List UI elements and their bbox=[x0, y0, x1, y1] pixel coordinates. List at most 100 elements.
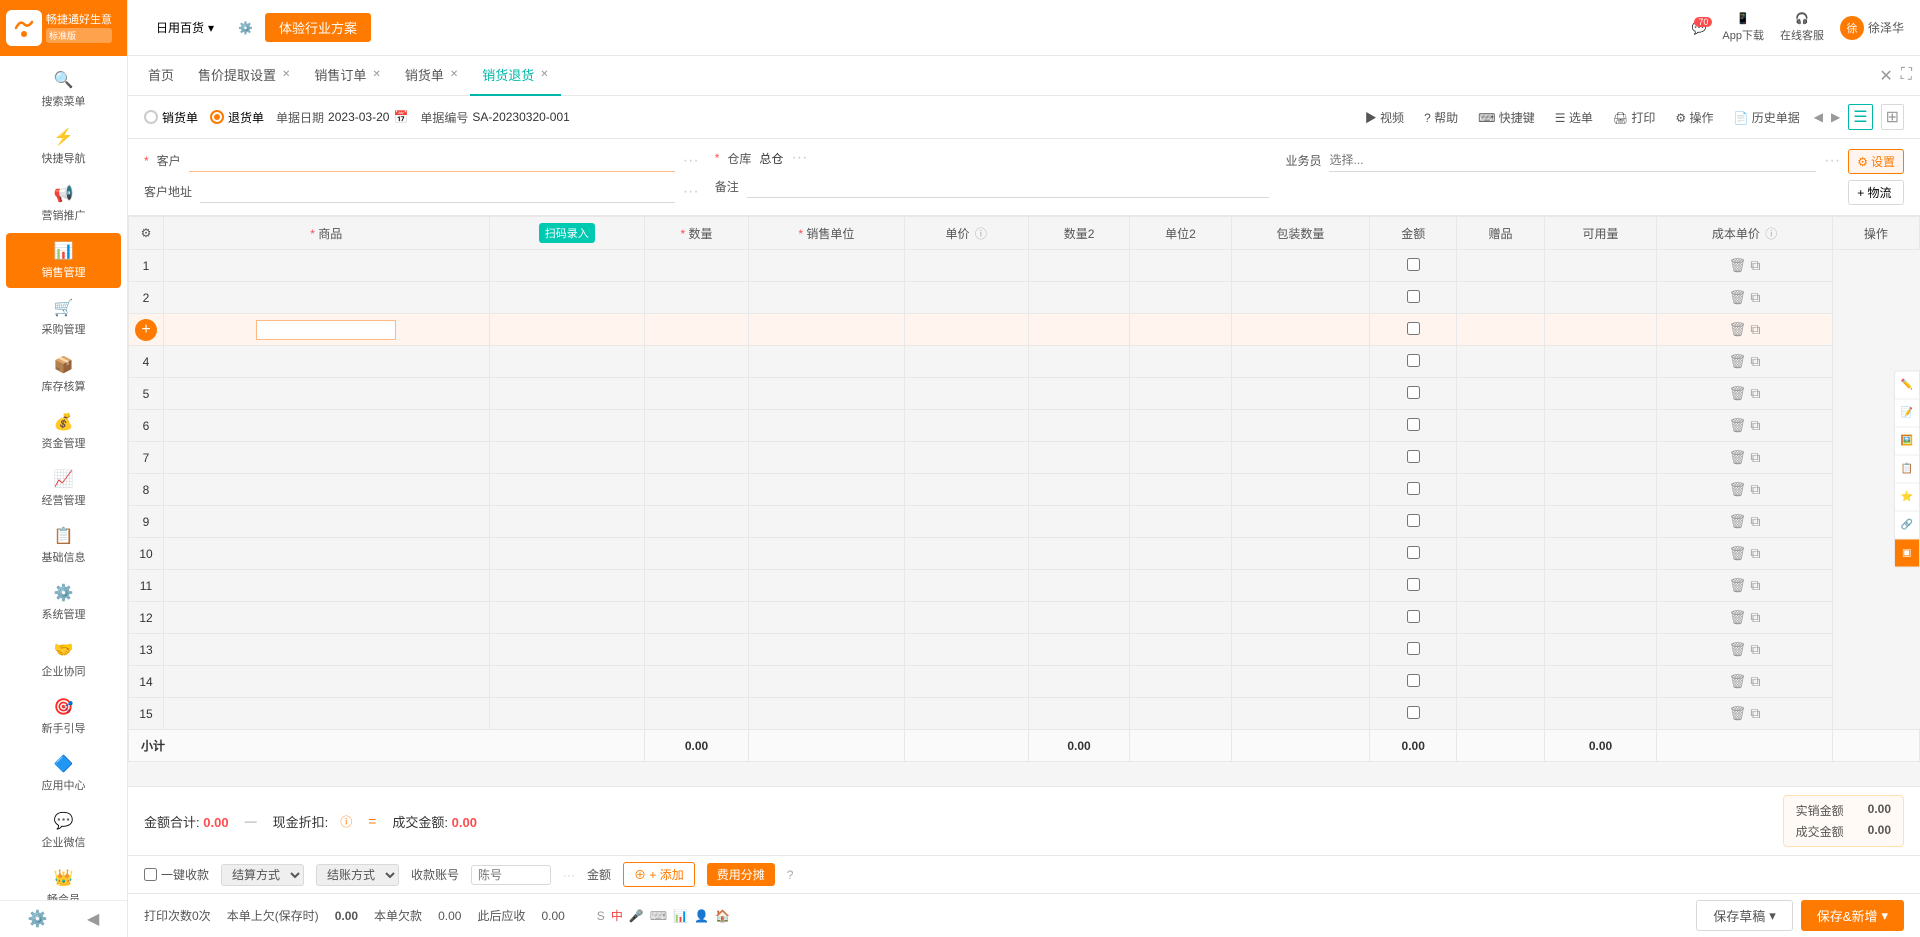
tab-sale-delivery-close[interactable]: ✕ bbox=[450, 69, 458, 80]
sidebar-item-purchase[interactable]: 🛒 采购管理 bbox=[6, 290, 121, 345]
delete-row-btn[interactable]: 🗑 bbox=[1729, 577, 1747, 594]
copy-row-btn[interactable]: ⧉ bbox=[1750, 353, 1760, 370]
sidebar-item-wechat[interactable]: 💬 企业微信 bbox=[6, 803, 121, 858]
gift-checkbox[interactable] bbox=[1407, 514, 1420, 527]
right-panel-note[interactable]: 📝 bbox=[1895, 399, 1919, 427]
delete-row-btn[interactable]: 🗑 bbox=[1729, 449, 1747, 466]
sidebar-item-marketing[interactable]: 📢 营销推广 bbox=[6, 176, 121, 231]
radio-delivery[interactable]: 销货单 bbox=[144, 109, 198, 126]
product-cell[interactable] bbox=[164, 602, 490, 634]
right-panel-image[interactable]: 🖼️ bbox=[1895, 427, 1919, 455]
th-scan[interactable]: 扫码录入 bbox=[489, 217, 644, 250]
product-cell[interactable] bbox=[164, 570, 490, 602]
customer-dots-btn[interactable]: ··· bbox=[683, 152, 699, 170]
delete-row-btn[interactable]: 🗑 bbox=[1729, 257, 1747, 274]
delete-row-btn[interactable]: 🗑 bbox=[1729, 385, 1747, 402]
gift-checkbox[interactable] bbox=[1407, 706, 1420, 719]
one-click-payment-check[interactable]: 一键收款 bbox=[144, 866, 209, 883]
calc-method-select[interactable]: 结算方式 bbox=[221, 864, 304, 886]
warehouse-dots-btn[interactable]: ··· bbox=[791, 149, 807, 167]
gift-cell[interactable] bbox=[1370, 634, 1457, 666]
account-dots-btn[interactable]: ··· bbox=[563, 868, 575, 882]
tab-sale-order[interactable]: 销售订单 ✕ bbox=[302, 56, 392, 96]
product-cell[interactable] bbox=[164, 346, 490, 378]
tab-maximize-btn[interactable]: ⛶ bbox=[1901, 66, 1912, 86]
delete-row-btn[interactable]: 🗑 bbox=[1729, 513, 1747, 530]
logistics-btn[interactable]: + 物流 bbox=[1848, 180, 1904, 205]
gift-checkbox[interactable] bbox=[1407, 482, 1420, 495]
th-gear[interactable]: ⚙ bbox=[129, 217, 164, 250]
copy-row-btn[interactable]: ⧉ bbox=[1750, 577, 1760, 594]
gift-checkbox[interactable] bbox=[1407, 354, 1420, 367]
gift-cell[interactable] bbox=[1370, 250, 1457, 282]
gift-checkbox[interactable] bbox=[1407, 386, 1420, 399]
product-cell[interactable] bbox=[164, 698, 490, 730]
product-cell[interactable] bbox=[164, 282, 490, 314]
product-cell[interactable] bbox=[164, 474, 490, 506]
delete-row-btn[interactable]: 🗑 bbox=[1729, 609, 1747, 626]
gift-checkbox[interactable] bbox=[1407, 322, 1420, 335]
account-input[interactable] bbox=[471, 865, 551, 885]
sidebar-item-shortcuts[interactable]: ⚡ 快捷导航 bbox=[6, 119, 121, 174]
video-btn[interactable]: ▶ 视频 bbox=[1359, 106, 1410, 129]
sidebar-item-search[interactable]: 🔍 搜索菜单 bbox=[6, 62, 121, 117]
product-cell[interactable] bbox=[164, 410, 490, 442]
sidebar-item-operations[interactable]: 📈 经营管理 bbox=[6, 461, 121, 516]
tab-home[interactable]: 首页 bbox=[136, 56, 186, 96]
user-menu[interactable]: 徐 徐泽华 bbox=[1840, 16, 1904, 40]
right-panel-active[interactable]: ▣ bbox=[1895, 539, 1919, 566]
sidebar-item-system[interactable]: ⚙️ 系统管理 bbox=[6, 575, 121, 630]
scan-btn[interactable]: 扫码录入 bbox=[539, 223, 595, 243]
tab-sale-order-close[interactable]: ✕ bbox=[372, 69, 380, 80]
cost-price-info-icon[interactable]: ⓘ bbox=[1765, 227, 1777, 241]
gift-cell[interactable] bbox=[1370, 442, 1457, 474]
copy-row-btn[interactable]: ⧉ bbox=[1750, 609, 1760, 626]
customer-input[interactable] bbox=[189, 149, 675, 172]
grid-view-btn[interactable]: ⊞ bbox=[1881, 104, 1904, 130]
address-dots-btn[interactable]: ··· bbox=[683, 183, 699, 201]
app-download-btn[interactable]: 📱 App下载 bbox=[1722, 12, 1764, 43]
radio-return[interactable]: 退货单 bbox=[210, 109, 264, 126]
delete-row-btn[interactable]: 🗑 bbox=[1729, 545, 1747, 562]
copy-row-btn[interactable]: ⧉ bbox=[1750, 321, 1760, 338]
gift-cell[interactable] bbox=[1370, 698, 1457, 730]
delete-row-btn[interactable]: 🗑 bbox=[1729, 353, 1747, 370]
history-btn[interactable]: 📄 历史单据 bbox=[1728, 106, 1806, 129]
product-cell[interactable] bbox=[164, 538, 490, 570]
right-panel-copy[interactable]: 📋 bbox=[1895, 455, 1919, 483]
gift-cell[interactable] bbox=[1370, 506, 1457, 538]
address-input[interactable] bbox=[200, 180, 675, 203]
unit-price-info-icon[interactable]: ⓘ bbox=[975, 227, 987, 241]
split-info-icon[interactable]: ? bbox=[787, 868, 794, 882]
copy-row-btn[interactable]: ⧉ bbox=[1750, 641, 1760, 658]
summary-method-select[interactable]: 结账方式 bbox=[316, 864, 399, 886]
product-cell[interactable] bbox=[164, 250, 490, 282]
gift-cell[interactable] bbox=[1370, 474, 1457, 506]
tab-sale-return[interactable]: 销货退货 ✕ bbox=[470, 56, 560, 96]
sidebar-item-basics[interactable]: 📋 基础信息 bbox=[6, 518, 121, 573]
print-btn[interactable]: 🖨 打印 bbox=[1607, 106, 1662, 129]
copy-row-btn[interactable]: ⧉ bbox=[1750, 257, 1760, 274]
sidebar-item-apps[interactable]: 🔷 应用中心 bbox=[6, 746, 121, 801]
calendar-icon[interactable]: 📅 bbox=[393, 110, 408, 124]
delete-row-btn[interactable]: 🗑 bbox=[1729, 673, 1747, 690]
delete-row-btn[interactable]: 🗑 bbox=[1729, 417, 1747, 434]
tab-close-all-btn[interactable]: ✕ bbox=[1879, 66, 1892, 86]
copy-row-btn[interactable]: ⧉ bbox=[1750, 449, 1760, 466]
sidebar-settings-btn[interactable]: ⚙️ bbox=[28, 909, 48, 929]
discount-info-btn[interactable]: ⓘ bbox=[340, 813, 352, 830]
delete-row-btn[interactable]: 🗑 bbox=[1729, 481, 1747, 498]
copy-row-btn[interactable]: ⧉ bbox=[1750, 417, 1760, 434]
delete-row-btn[interactable]: 🗑 bbox=[1729, 705, 1747, 722]
tab-sale-price-close[interactable]: ✕ bbox=[282, 69, 290, 80]
choose-btn[interactable]: ☰ 选单 bbox=[1549, 106, 1599, 129]
add-row-btn[interactable]: + bbox=[135, 319, 157, 341]
copy-row-btn[interactable]: ⧉ bbox=[1750, 705, 1760, 722]
tab-sale-price[interactable]: 售价提取设置 ✕ bbox=[186, 56, 302, 96]
gift-checkbox[interactable] bbox=[1407, 578, 1420, 591]
product-cell[interactable] bbox=[164, 506, 490, 538]
gift-cell[interactable] bbox=[1370, 346, 1457, 378]
delete-row-btn[interactable]: 🗑 bbox=[1729, 641, 1747, 658]
list-view-btn[interactable]: ☰ bbox=[1848, 104, 1872, 130]
product-cell[interactable] bbox=[164, 666, 490, 698]
